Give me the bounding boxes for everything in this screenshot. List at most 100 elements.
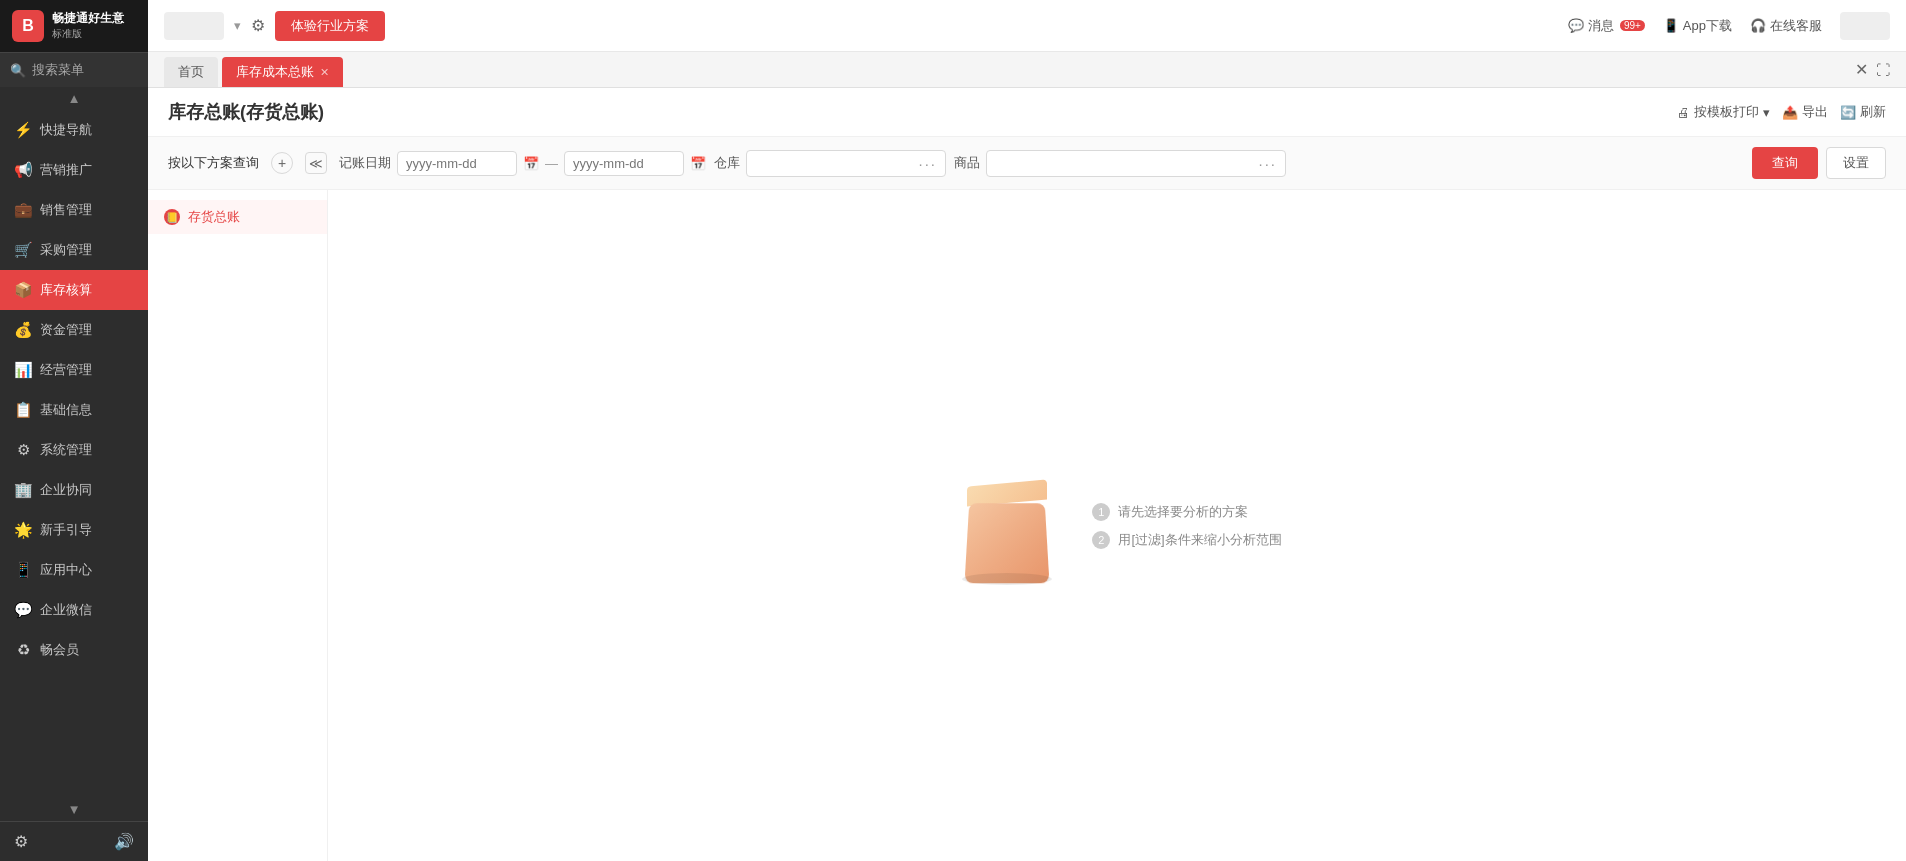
wechat-icon: 💬 [14,601,32,619]
online-service-btn[interactable]: 🎧 在线客服 [1750,17,1822,35]
topbar-settings-icon[interactable]: ⚙ [251,16,265,35]
marketing-icon: 📢 [14,161,32,179]
sidebar-label-quick-nav: 快捷导航 [40,121,92,139]
filter-collapse-btn[interactable]: ≪ [305,152,327,174]
scheme-sidebar: 📒 存货总账 [148,190,328,861]
sidebar-search[interactable]: 🔍 搜索菜单 [0,53,148,87]
tip-num-1: 1 [1092,503,1110,521]
headset-icon: 🎧 [1750,18,1766,33]
warehouse-more-icon[interactable]: ··· [918,155,937,172]
date-end-input[interactable] [564,151,684,176]
sidebar: B 畅捷通好生意 标准版 🔍 搜索菜单 ▲ ⚡ 快捷导航 📢 营销推广 💼 销售… [0,0,148,861]
sidebar-label-sales: 销售管理 [40,201,92,219]
sidebar-item-enterprise[interactable]: 🏢 企业协同 [0,470,148,510]
scheme-dot: 📒 [164,209,180,225]
sidebar-nav: ⚡ 快捷导航 📢 营销推广 💼 销售管理 🛒 采购管理 📦 库存核算 💰 资金管… [0,110,148,798]
calendar-start-icon[interactable]: 📅 [523,156,539,171]
tab-close-icon[interactable]: ✕ [320,66,329,79]
product-label: 商品 [954,154,980,172]
app-download-btn[interactable]: 📱 App下载 [1663,17,1732,35]
bottom-settings-icon[interactable]: ⚙ [14,832,28,851]
tip-label-1: 请先选择要分析的方案 [1118,503,1248,521]
tip-num-2: 2 [1092,531,1110,549]
product-filter-group: 商品 ··· [954,150,1286,177]
scheme-item-inventory-ledger[interactable]: 📒 存货总账 [148,200,327,234]
sidebar-label-wechat: 企业微信 [40,601,92,619]
message-btn[interactable]: 💬 消息 99+ [1568,17,1645,35]
box-body [965,503,1050,583]
export-action[interactable]: 📤 导出 [1782,103,1828,121]
sidebar-item-sales[interactable]: 💼 销售管理 [0,190,148,230]
topbar-avatar [164,12,224,40]
content-area: 📒 存货总账 1 请先选择要分析的方案 [148,190,1906,861]
sidebar-item-operations[interactable]: 📊 经营管理 [0,350,148,390]
tab-close-panel-icon[interactable]: ✕ [1855,60,1868,79]
basic-info-icon: 📋 [14,401,32,419]
sidebar-scroll-down[interactable]: ▼ [0,798,148,821]
sidebar-label-purchase: 采购管理 [40,241,92,259]
sidebar-item-marketing[interactable]: 📢 营销推广 [0,150,148,190]
filter-row: 记账日期 📅 — 📅 仓库 ··· 商品 [339,150,1740,177]
sidebar-item-system[interactable]: ⚙ 系统管理 [0,430,148,470]
query-button[interactable]: 查询 [1752,147,1818,179]
warehouse-select[interactable]: ··· [746,150,946,177]
sidebar-item-member[interactable]: ♻ 畅会员 [0,630,148,670]
quick-nav-icon: ⚡ [14,121,32,139]
sidebar-item-quick-nav[interactable]: ⚡ 快捷导航 [0,110,148,150]
system-icon: ⚙ [14,441,32,459]
date-start-input[interactable] [397,151,517,176]
message-icon: 💬 [1568,18,1584,33]
filter-add-btn[interactable]: + [271,152,293,174]
app-logo-icon: B [12,10,44,42]
tab-expand-icon[interactable]: ⛶ [1876,62,1890,78]
tabbar: 首页 库存成本总账 ✕ ✕ ⛶ [148,52,1906,88]
finance-icon: 💰 [14,321,32,339]
product-select[interactable]: ··· [986,150,1286,177]
message-label: 消息 [1588,17,1614,35]
search-icon: 🔍 [10,63,26,78]
industry-btn[interactable]: 体验行业方案 [275,11,385,41]
filter-scheme-label: 按以下方案查询 [168,154,259,172]
sales-icon: 💼 [14,201,32,219]
online-service-label: 在线客服 [1770,17,1822,35]
refresh-action[interactable]: 🔄 刷新 [1840,103,1886,121]
sidebar-logo: B 畅捷通好生意 标准版 [0,0,148,53]
settings-button[interactable]: 设置 [1826,147,1886,179]
sidebar-label-member: 畅会员 [40,641,79,659]
sidebar-item-purchase[interactable]: 🛒 采购管理 [0,230,148,270]
sidebar-item-basic-info[interactable]: 📋 基础信息 [0,390,148,430]
user-avatar[interactable] [1840,12,1890,40]
page-content: 库存总账(存货总账) 🖨 按模板打印 ▾ 📤 导出 🔄 刷新 按以下方案查 [148,88,1906,861]
sidebar-scroll-up[interactable]: ▲ [0,87,148,110]
enterprise-icon: 🏢 [14,481,32,499]
sidebar-item-guide[interactable]: 🌟 新手引导 [0,510,148,550]
tab-inventory-cost[interactable]: 库存成本总账 ✕ [222,57,343,87]
print-dropdown-icon[interactable]: ▾ [1763,105,1770,120]
product-more-icon[interactable]: ··· [1258,155,1277,172]
tab-home[interactable]: 首页 [164,57,218,87]
sidebar-item-finance[interactable]: 💰 资金管理 [0,310,148,350]
tab-home-label: 首页 [178,63,204,81]
warehouse-filter-group: 仓库 ··· [714,150,946,177]
sidebar-item-inventory[interactable]: 📦 库存核算 [0,270,148,310]
empty-illustration [952,471,1062,581]
sidebar-label-enterprise: 企业协同 [40,481,92,499]
sidebar-label-finance: 资金管理 [40,321,92,339]
sidebar-label-guide: 新手引导 [40,521,92,539]
print-action[interactable]: 🖨 按模板打印 ▾ [1677,103,1770,121]
bottom-audio-icon[interactable]: 🔊 [114,832,134,851]
sidebar-item-app-center[interactable]: 📱 应用中心 [0,550,148,590]
box-shadow [962,573,1052,585]
topbar: ▾ ⚙ 体验行业方案 💬 消息 99+ 📱 App下载 🎧 在线客服 [148,0,1906,52]
sidebar-item-wechat[interactable]: 💬 企业微信 [0,590,148,630]
sidebar-label-basic-info: 基础信息 [40,401,92,419]
date-separator: — [545,156,558,171]
sidebar-label-app-center: 应用中心 [40,561,92,579]
export-label: 导出 [1802,103,1828,121]
print-label: 按模板打印 [1694,103,1759,121]
sidebar-label-system: 系统管理 [40,441,92,459]
app-name: 畅捷通好生意 [52,11,124,27]
calendar-end-icon[interactable]: 📅 [690,156,706,171]
topbar-expand-icon[interactable]: ▾ [234,18,241,33]
refresh-icon: 🔄 [1840,105,1856,120]
